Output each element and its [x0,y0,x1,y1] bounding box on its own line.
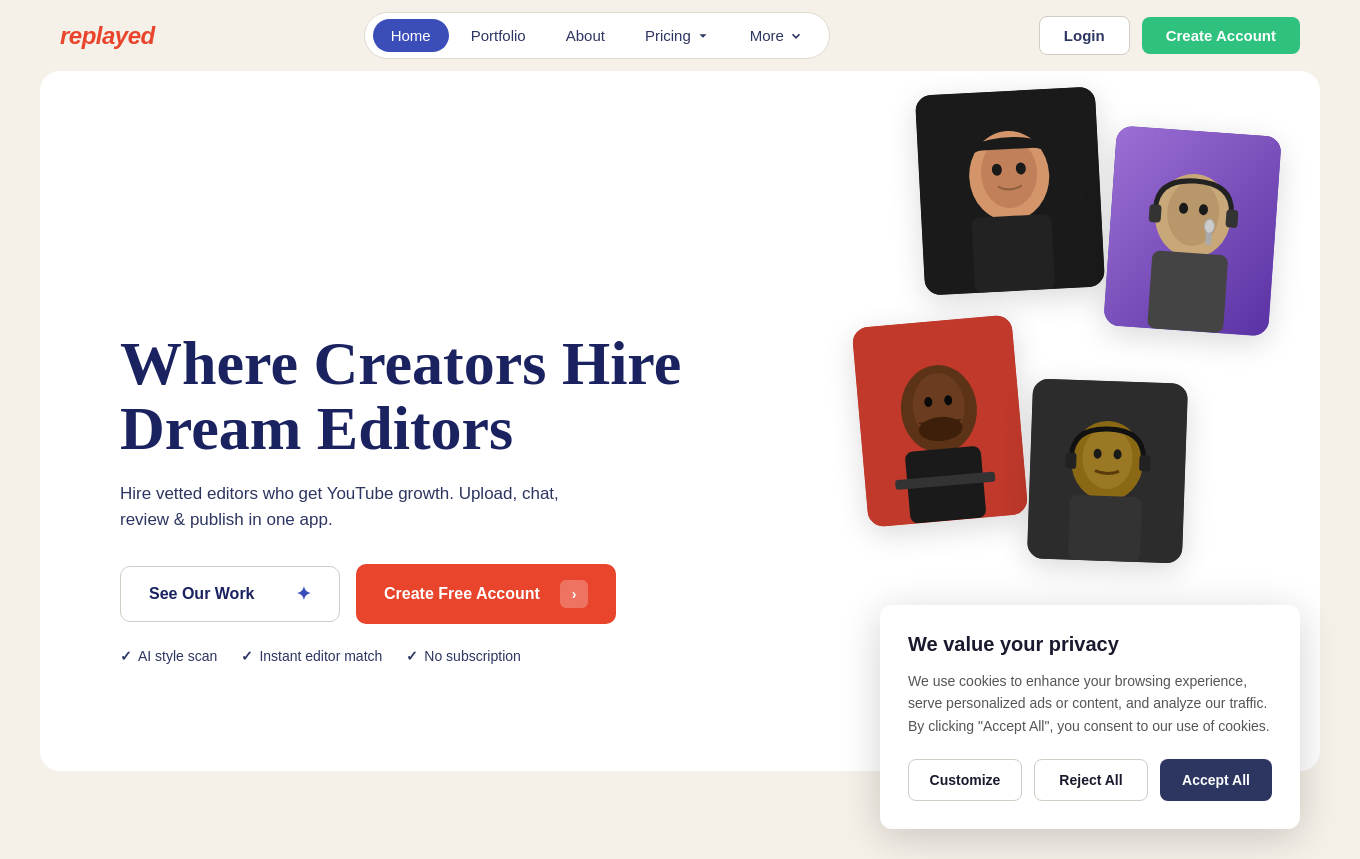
navbar: replayed Home Portfolio About Pricing Mo… [0,0,1360,71]
see-our-work-button[interactable]: See Our Work ✦ [120,566,340,622]
hero-buttons: See Our Work ✦ Create Free Account › [120,564,681,624]
cookie-title: We value your privacy [908,633,1272,656]
hero-subtitle: Hire vetted editors who get YouTube grow… [120,481,600,532]
check-icon: ✓ [406,648,418,664]
chevron-down-icon [696,29,710,43]
nav-about[interactable]: About [548,19,623,52]
editor-photos [800,71,1320,671]
svg-rect-9 [1147,250,1228,333]
nav-actions: Login Create Account [1039,16,1300,55]
accept-all-button[interactable]: Accept All [1160,759,1272,801]
nav-portfolio[interactable]: Portfolio [453,19,544,52]
editor-photo-4 [1027,378,1188,563]
feature-ai-style: ✓ AI style scan [120,648,217,664]
check-icon: ✓ [241,648,253,664]
customize-button[interactable]: Customize [908,759,1022,801]
chevron-down-icon [789,29,803,43]
hero-content: Where Creators Hire Dream Editors Hire v… [120,131,681,664]
editor-avatar-3 [852,314,1029,527]
editor-photo-3 [852,314,1029,527]
hero-title: Where Creators Hire Dream Editors [120,331,681,461]
svg-rect-2 [971,214,1055,293]
svg-rect-14 [1225,209,1238,228]
reject-all-button[interactable]: Reject All [1034,759,1148,801]
nav-more[interactable]: More [732,19,821,52]
cookie-text: We use cookies to enhance your browsing … [908,670,1272,737]
create-account-button[interactable]: Create Account [1142,17,1300,54]
nav-links-container: Home Portfolio About Pricing More [364,12,830,59]
svg-rect-31 [1065,453,1077,469]
arrow-right-icon: › [560,580,588,608]
nav-pricing[interactable]: Pricing [627,19,728,52]
editor-avatar-1 [915,86,1105,295]
editor-avatar-2 [1103,125,1282,336]
login-button[interactable]: Login [1039,16,1130,55]
cookie-buttons: Customize Reject All Accept All [908,759,1272,801]
svg-rect-13 [1149,204,1162,223]
nav-home[interactable]: Home [373,19,449,52]
cookie-consent-modal: We value your privacy We use cookies to … [880,605,1300,829]
svg-rect-27 [1068,495,1142,562]
svg-rect-32 [1139,455,1151,471]
feature-editor-match: ✓ Instant editor match [241,648,382,664]
editor-photo-2 [1103,125,1282,336]
editor-photo-1 [915,86,1105,295]
sparkle-icon: ✦ [296,583,311,605]
feature-badges: ✓ AI style scan ✓ Instant editor match ✓… [120,648,681,664]
feature-no-subscription: ✓ No subscription [406,648,521,664]
svg-point-16 [1204,219,1215,234]
check-icon: ✓ [120,648,132,664]
create-free-account-button[interactable]: Create Free Account › [356,564,616,624]
brand-logo[interactable]: replayed [60,22,155,50]
editor-avatar-4 [1027,378,1188,563]
